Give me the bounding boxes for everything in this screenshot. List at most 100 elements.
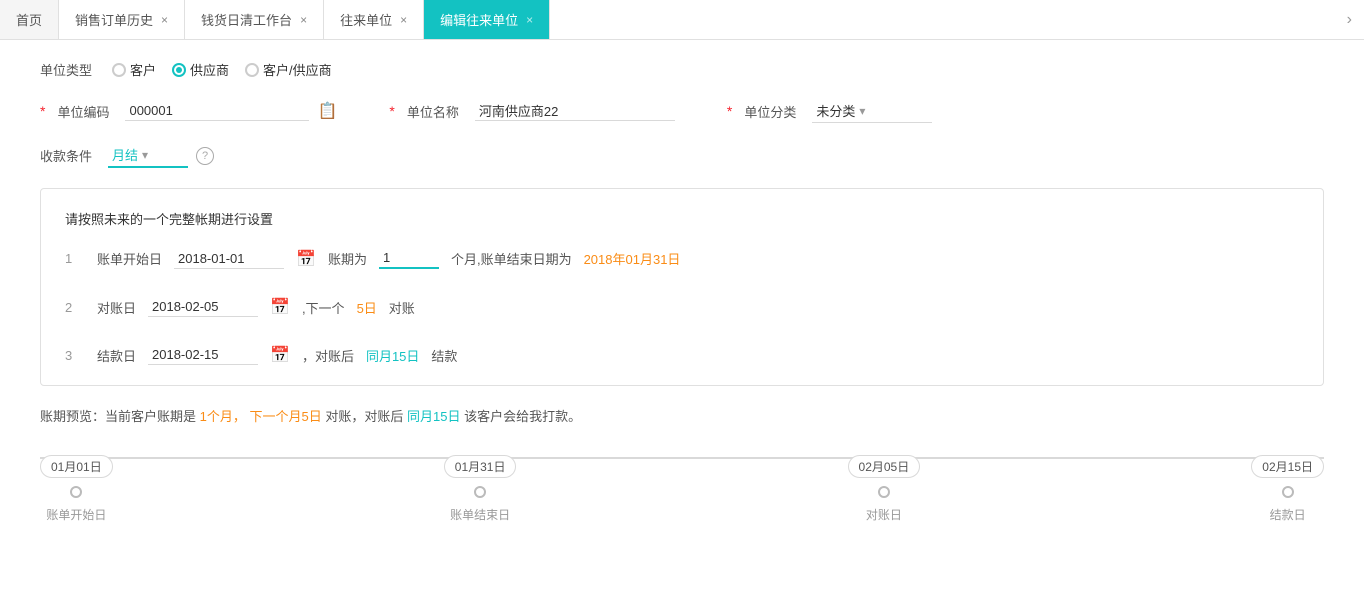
point-dot-2 <box>878 486 890 498</box>
point-date-3: 02月15日 <box>1251 455 1324 478</box>
row-num-2: 2 <box>65 300 85 315</box>
preview-suffix: 该客户会给我打款。 <box>464 409 581 424</box>
timeline-point-1: 01月31日 账单结束日 <box>444 455 517 523</box>
preview-middle: 对账，对账后 <box>325 409 403 424</box>
date-input-1[interactable] <box>174 249 284 269</box>
setting-row-1: 1 账单开始日 📅 账期为 个月,账单结束日期为 2018年01月31日 <box>65 248 1299 269</box>
row-num-3: 3 <box>65 348 85 363</box>
unit-code-icon[interactable]: 📋 <box>317 101 337 121</box>
cal-icon-2[interactable]: 📅 <box>270 297 290 317</box>
tab-sales-history-close[interactable]: × <box>161 13 168 27</box>
tab-edit-partner-close[interactable]: × <box>526 13 533 27</box>
row-num-1: 1 <box>65 251 85 266</box>
row-label-3: 结款日 <box>97 346 136 365</box>
timeline-points: 01月01日 账单开始日 01月31日 账单结束日 02月05日 对账日 02月… <box>40 455 1324 523</box>
row-label-2: 对账日 <box>97 298 136 317</box>
unit-type-label: 单位类型 <box>40 60 92 79</box>
tab-partner-label: 往来单位 <box>340 10 392 29</box>
preview-section: 账期预览：当前客户账期是 1个月， 下一个月5日 对账，对账后 同月15日 该客… <box>40 406 1324 553</box>
help-icon[interactable]: ? <box>196 147 214 165</box>
payment-arrow: ▾ <box>142 148 148 162</box>
tab-cash-work-label: 钱货日清工作台 <box>201 10 292 29</box>
unit-class-field: * 单位分类 未分类 ▾ <box>727 99 932 123</box>
timeline: 01月01日 账单开始日 01月31日 账单结束日 02月05日 对账日 02月… <box>40 445 1324 553</box>
payment-select[interactable]: 月结 ▾ <box>108 143 188 168</box>
cal-icon-1[interactable]: 📅 <box>296 249 316 269</box>
date-input-3[interactable] <box>148 345 258 365</box>
row-label-1: 账单开始日 <box>97 249 162 268</box>
point-date-1: 01月31日 <box>444 455 517 478</box>
point-dot-0 <box>70 486 82 498</box>
unit-code-label: 单位编码 <box>57 102 109 121</box>
tab-partner[interactable]: 往来单位 × <box>324 0 424 39</box>
radio-both-label: 客户/供应商 <box>263 60 332 79</box>
tab-arrow[interactable]: › <box>1335 11 1364 29</box>
radio-both[interactable]: 客户/供应商 <box>245 60 332 79</box>
unit-class-required: * <box>727 103 732 119</box>
main-content: 单位类型 客户 供应商 客户/供应商 * 单位编码 📋 * 单位名称 <box>0 40 1364 608</box>
tab-edit-partner[interactable]: 编辑往来单位 × <box>424 0 550 39</box>
cal-icon-3[interactable]: 📅 <box>270 345 290 365</box>
tab-sales-history[interactable]: 销售订单历史 × <box>59 0 185 39</box>
box-title: 请按照未来的一个完整帐期进行设置 <box>65 209 1299 228</box>
unit-code-required: * <box>40 103 45 119</box>
unit-name-field: * 单位名称 <box>389 101 674 121</box>
preview-day: 下一个月5日 <box>250 409 322 424</box>
radio-customer[interactable]: 客户 <box>112 60 156 79</box>
suffix-after-1: 个月,账单结束日期为 <box>451 249 572 268</box>
unit-code-input[interactable] <box>125 101 309 121</box>
preview-prefix: 账期预览：当前客户账期是 <box>40 409 196 424</box>
box-section: 请按照未来的一个完整帐期进行设置 1 账单开始日 📅 账期为 个月,账单结束日期… <box>40 188 1324 386</box>
point-date-0: 01月01日 <box>40 455 113 478</box>
unit-name-input[interactable] <box>475 101 675 121</box>
unit-code-field: * 单位编码 📋 <box>40 101 337 121</box>
radio-group: 客户 供应商 客户/供应商 <box>112 60 332 79</box>
tab-cash-work[interactable]: 钱货日清工作台 × <box>185 0 324 39</box>
point-label-0: 账单开始日 <box>46 506 106 523</box>
tab-home[interactable]: 首页 <box>0 0 59 39</box>
suffix-end-2: 对账 <box>389 298 415 317</box>
period-input[interactable] <box>379 248 439 269</box>
timeline-point-2: 02月05日 对账日 <box>848 455 921 523</box>
tab-bar: 首页 销售订单历史 × 钱货日清工作台 × 往来单位 × 编辑往来单位 × › <box>0 0 1364 40</box>
unit-class-value: 未分类 <box>816 101 855 120</box>
preview-end: 同月15日 <box>407 409 460 424</box>
point-date-2: 02月05日 <box>848 455 921 478</box>
unit-info-row: * 单位编码 📋 * 单位名称 * 单位分类 未分类 ▾ <box>40 99 1324 123</box>
setting-row-3: 3 结款日 📅 ，对账后 同月15日 结款 <box>65 345 1299 365</box>
date-input-2[interactable] <box>148 297 258 317</box>
setting-rows: 1 账单开始日 📅 账期为 个月,账单结束日期为 2018年01月31日 2 对… <box>65 248 1299 365</box>
unit-type-row: 单位类型 客户 供应商 客户/供应商 <box>40 60 1324 79</box>
unit-name-required: * <box>389 103 394 119</box>
tab-edit-partner-label: 编辑往来单位 <box>440 10 518 29</box>
timeline-point-3: 02月15日 结款日 <box>1251 455 1324 523</box>
payment-row: 收款条件 月结 ▾ ? <box>40 143 1324 168</box>
point-dot-1 <box>474 486 486 498</box>
suffix-text-2: ,下一个 <box>302 298 345 317</box>
payment-value: 月结 <box>112 145 138 164</box>
point-label-2: 对账日 <box>866 506 902 523</box>
radio-both-circle <box>245 63 259 77</box>
tab-home-label: 首页 <box>16 10 42 29</box>
day-highlight-3: 同月15日 <box>366 346 419 365</box>
suffix-text-3: ，对账后 <box>302 346 354 365</box>
radio-supplier[interactable]: 供应商 <box>172 60 229 79</box>
end-date-highlight: 2018年01月31日 <box>584 249 681 268</box>
tab-cash-work-close[interactable]: × <box>300 13 307 27</box>
unit-class-label: 单位分类 <box>744 102 796 121</box>
point-dot-3 <box>1282 486 1294 498</box>
radio-supplier-circle <box>172 63 186 77</box>
point-label-1: 账单结束日 <box>450 506 510 523</box>
tab-partner-close[interactable]: × <box>400 13 407 27</box>
radio-supplier-label: 供应商 <box>190 60 229 79</box>
preview-text: 账期预览：当前客户账期是 1个月， 下一个月5日 对账，对账后 同月15日 该客… <box>40 406 1324 425</box>
preview-months: 1个月， <box>200 409 246 424</box>
suffix-end-3: 结款 <box>431 346 457 365</box>
timeline-point-0: 01月01日 账单开始日 <box>40 455 113 523</box>
unit-name-label: 单位名称 <box>407 102 459 121</box>
unit-class-arrow: ▾ <box>859 104 865 118</box>
day-highlight-2: 5日 <box>357 298 377 317</box>
radio-customer-label: 客户 <box>130 60 156 79</box>
radio-customer-circle <box>112 63 126 77</box>
unit-class-select[interactable]: 未分类 ▾ <box>812 99 932 123</box>
